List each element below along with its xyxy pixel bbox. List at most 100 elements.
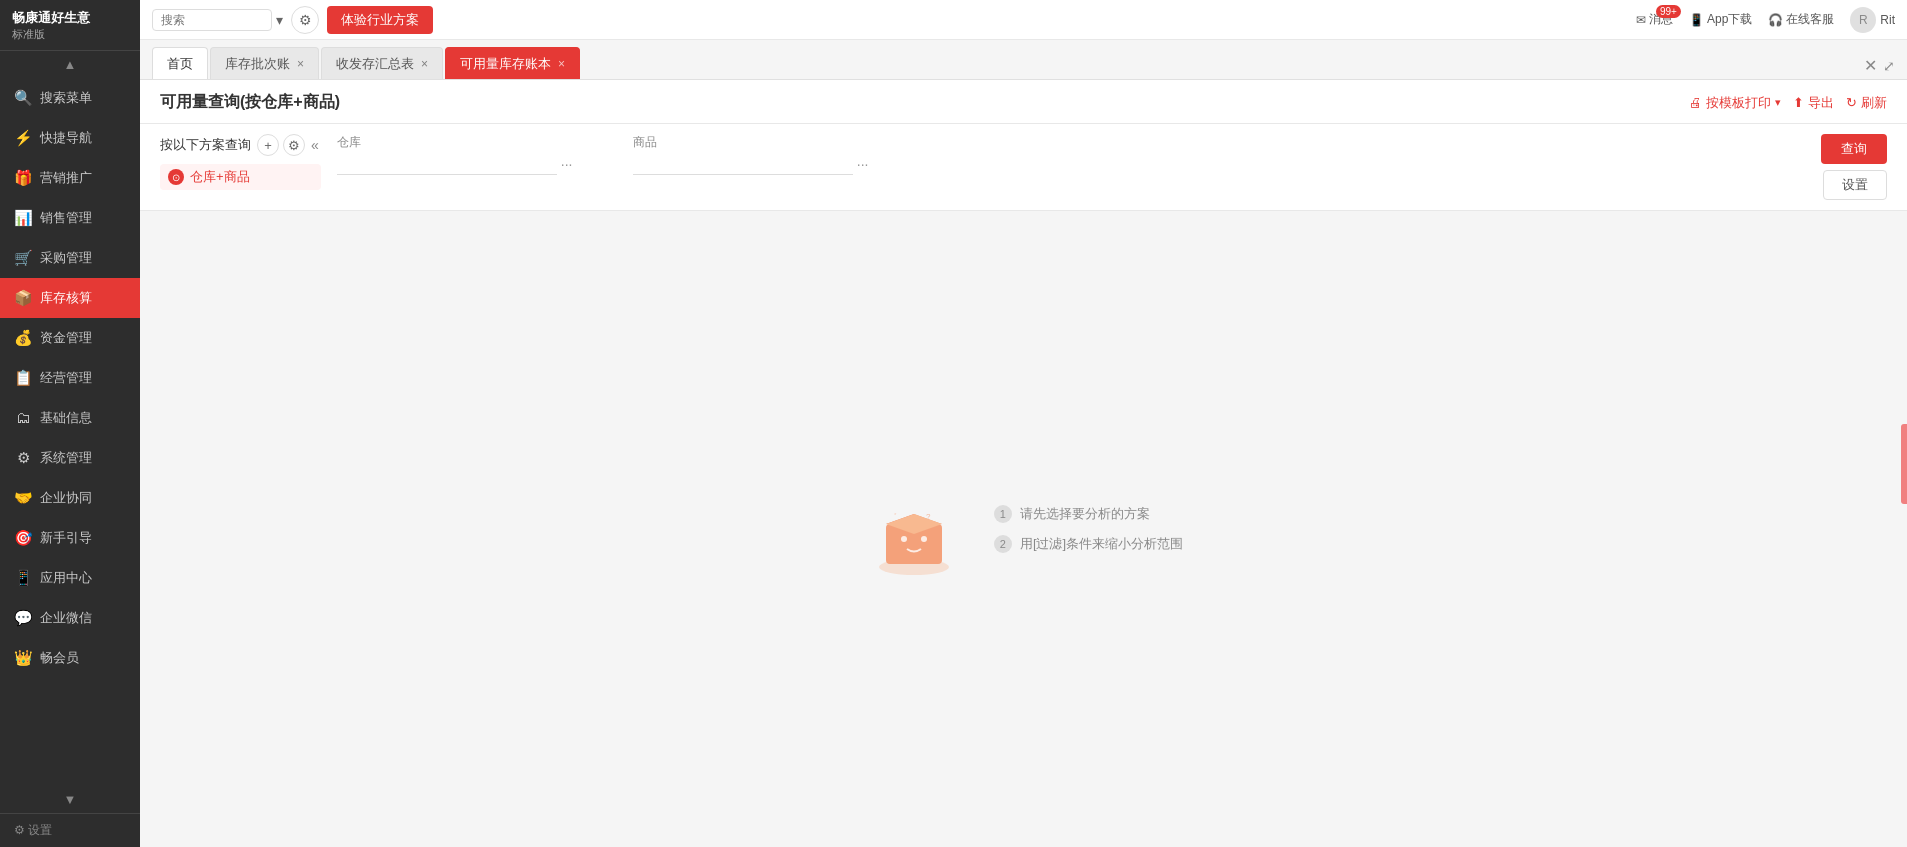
- print-chevron-icon: ▾: [1775, 96, 1781, 109]
- filter-bar: 按以下方案查询 + ⚙ « ⊙ 仓库+商品 仓库: [140, 124, 1907, 211]
- marketing-icon: 🎁: [14, 169, 32, 187]
- message-btn[interactable]: ✉ 消息 99+: [1636, 11, 1673, 28]
- refresh-btn[interactable]: ↻ 刷新: [1846, 94, 1887, 112]
- tab-home[interactable]: 首页: [152, 47, 208, 79]
- sidebar-scroll-up[interactable]: ▲: [0, 51, 140, 78]
- sidebar-item-label-purchase: 采购管理: [40, 249, 92, 267]
- sidebar-item-purchase[interactable]: 🛒 采购管理: [0, 238, 140, 278]
- sidebar-item-label-enterprise: 企业协同: [40, 489, 92, 507]
- app-logo: 畅康通好生意 标准版: [0, 0, 140, 51]
- filter-scheme-label: 按以下方案查询: [160, 136, 251, 154]
- topbar: ▾ ⚙ 体验行业方案 ✉ 消息 99+ 📱 App下载 🎧 在线客服 R Rit: [140, 0, 1907, 40]
- scheme-item-warehouse-product[interactable]: ⊙ 仓库+商品: [160, 164, 321, 190]
- tab-batch-label: 库存批次账: [225, 55, 290, 73]
- print-template-btn[interactable]: 🖨 按模板打印 ▾: [1689, 94, 1781, 112]
- tab-home-label: 首页: [167, 55, 193, 73]
- tab-batch-close[interactable]: ×: [297, 57, 304, 71]
- warehouse-label: 仓库: [337, 134, 617, 151]
- operation-icon: 📋: [14, 369, 32, 387]
- sidebar-item-label-finance: 资金管理: [40, 329, 92, 347]
- tab-summary[interactable]: 收发存汇总表 ×: [321, 47, 443, 79]
- sidebar-item-label-basic: 基础信息: [40, 409, 92, 427]
- collapse-scheme-btn[interactable]: «: [309, 135, 321, 155]
- sidebar-item-system[interactable]: ⚙ 系统管理: [0, 438, 140, 478]
- tab-available-close[interactable]: ×: [558, 57, 565, 71]
- query-btn[interactable]: 查询: [1821, 134, 1887, 164]
- sidebar-item-label-sales: 销售管理: [40, 209, 92, 227]
- right-scrollbar-handle[interactable]: [1901, 424, 1907, 504]
- user-avatar: R: [1850, 7, 1876, 33]
- empty-illustration: ? *: [864, 479, 964, 579]
- product-label: 商品: [633, 134, 913, 151]
- search-input[interactable]: [152, 9, 272, 31]
- export-label: 导出: [1808, 94, 1834, 112]
- export-btn[interactable]: ⬆ 导出: [1793, 94, 1834, 112]
- enterprise-icon: 🤝: [14, 489, 32, 507]
- headset-icon: 🎧: [1768, 13, 1783, 27]
- sidebar-nav: 🔍 搜索菜单 ⚡ 快捷导航 🎁 营销推广 📊 销售管理 🛒 采购管理 📦 库存核…: [0, 78, 140, 786]
- sidebar-scroll-down[interactable]: ▼: [0, 786, 140, 813]
- empty-tip-1: 1 请先选择要分析的方案: [994, 505, 1183, 523]
- filter-inputs: 仓库 ··· 商品 ···: [337, 134, 1805, 175]
- product-more-btn[interactable]: ···: [857, 156, 869, 172]
- sidebar-item-marketing[interactable]: 🎁 营销推广: [0, 158, 140, 198]
- industry-solution-btn[interactable]: 体验行业方案: [327, 6, 433, 34]
- tabs-bar: 首页 库存批次账 × 收发存汇总表 × 可用量库存账本 × ✕ ⤢: [140, 40, 1907, 80]
- warehouse-input[interactable]: [337, 153, 557, 175]
- page-title: 可用量查询(按仓库+商品): [160, 92, 340, 113]
- shortcut-icon: ⚡: [14, 129, 32, 147]
- empty-tip-2: 2 用[过滤]条件来缩小分析范围: [994, 535, 1183, 553]
- app-subtitle: 标准版: [12, 27, 128, 42]
- topbar-search: ▾: [152, 9, 283, 31]
- tip-num-1: 1: [994, 505, 1012, 523]
- sidebar-item-sales[interactable]: 📊 销售管理: [0, 198, 140, 238]
- svg-point-5: [901, 536, 907, 542]
- refresh-icon: ↻: [1846, 95, 1857, 110]
- sales-icon: 📊: [14, 209, 32, 227]
- sidebar-item-wechat[interactable]: 💬 企业微信: [0, 598, 140, 638]
- sidebar-item-operation[interactable]: 📋 经营管理: [0, 358, 140, 398]
- tab-summary-close[interactable]: ×: [421, 57, 428, 71]
- sidebar-item-inventory[interactable]: 📦 库存核算: [0, 278, 140, 318]
- online-service-btn[interactable]: 🎧 在线客服: [1768, 11, 1834, 28]
- filter-settings-btn[interactable]: 设置: [1823, 170, 1887, 200]
- page-header-actions: 🖨 按模板打印 ▾ ⬆ 导出 ↻ 刷新: [1689, 94, 1887, 112]
- add-scheme-btn[interactable]: +: [257, 134, 279, 156]
- sidebar-item-search[interactable]: 🔍 搜索菜单: [0, 78, 140, 118]
- filter-scheme-panel: 按以下方案查询 + ⚙ « ⊙ 仓库+商品: [160, 134, 321, 190]
- export-icon: ⬆: [1793, 95, 1804, 110]
- scheme-active-icon: ⊙: [168, 169, 184, 185]
- tab-batch[interactable]: 库存批次账 ×: [210, 47, 319, 79]
- sidebar-item-member[interactable]: 👑 畅会员: [0, 638, 140, 678]
- sidebar-item-newbie[interactable]: 🎯 新手引导: [0, 518, 140, 558]
- sidebar-item-appstore[interactable]: 📱 应用中心: [0, 558, 140, 598]
- search-dropdown-btn[interactable]: ▾: [276, 12, 283, 28]
- sidebar-footer[interactable]: ⚙ 设置: [0, 813, 140, 847]
- service-label: 在线客服: [1786, 11, 1834, 28]
- system-icon: ⚙: [14, 449, 32, 467]
- expand-tabs-btn[interactable]: ⤢: [1883, 58, 1895, 74]
- user-menu-btn[interactable]: R Rit: [1850, 7, 1895, 33]
- tip-num-2: 2: [994, 535, 1012, 553]
- sidebar-item-finance[interactable]: 💰 资金管理: [0, 318, 140, 358]
- refresh-label: 刷新: [1861, 94, 1887, 112]
- sidebar-item-shortcut[interactable]: ⚡ 快捷导航: [0, 118, 140, 158]
- close-all-tabs-btn[interactable]: ✕: [1864, 56, 1877, 75]
- sidebar-item-label-search: 搜索菜单: [40, 89, 92, 107]
- settings-scheme-btn[interactable]: ⚙: [283, 134, 305, 156]
- warehouse-more-btn[interactable]: ···: [561, 156, 573, 172]
- sidebar-item-label-system: 系统管理: [40, 449, 92, 467]
- product-input[interactable]: [633, 153, 853, 175]
- topbar-gear-btn[interactable]: ⚙: [291, 6, 319, 34]
- tab-available[interactable]: 可用量库存账本 ×: [445, 47, 580, 79]
- sidebar-item-basic[interactable]: 🗂 基础信息: [0, 398, 140, 438]
- sidebar-item-enterprise[interactable]: 🤝 企业协同: [0, 478, 140, 518]
- member-icon: 👑: [14, 649, 32, 667]
- newbie-icon: 🎯: [14, 529, 32, 547]
- phone-icon: 📱: [1689, 13, 1704, 27]
- sidebar-item-label-shortcut: 快捷导航: [40, 129, 92, 147]
- sidebar-item-label-wechat: 企业微信: [40, 609, 92, 627]
- sidebar: 畅康通好生意 标准版 ▲ 🔍 搜索菜单 ⚡ 快捷导航 🎁 营销推广 📊 销售管理…: [0, 0, 140, 847]
- svg-text:*: *: [894, 512, 897, 518]
- app-download-btn[interactable]: 📱 App下载: [1689, 11, 1752, 28]
